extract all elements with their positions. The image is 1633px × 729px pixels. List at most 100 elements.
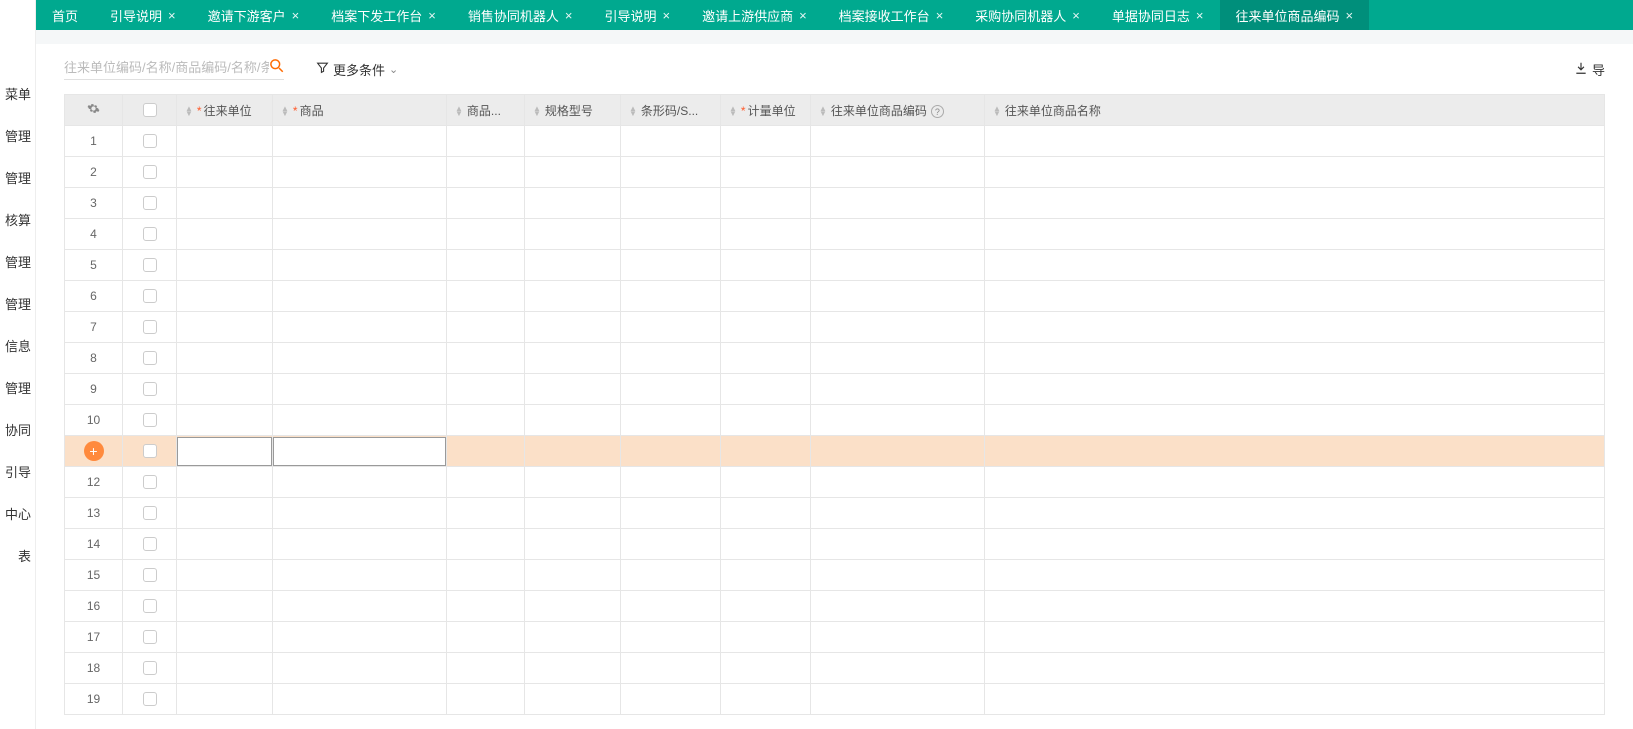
cell[interactable]: [721, 684, 811, 715]
column-header-spec[interactable]: ▲▼规格型号: [525, 95, 621, 126]
cell[interactable]: [721, 126, 811, 157]
cell[interactable]: [985, 188, 1605, 219]
cell[interactable]: [621, 684, 721, 715]
sidebar-item-4[interactable]: 管理: [0, 240, 35, 282]
cell[interactable]: [525, 157, 621, 188]
cell[interactable]: [273, 405, 447, 436]
cell[interactable]: [621, 126, 721, 157]
row-checkbox[interactable]: [143, 599, 157, 613]
cell[interactable]: [985, 498, 1605, 529]
table-row[interactable]: 12: [65, 467, 1605, 498]
cell[interactable]: [525, 529, 621, 560]
cell[interactable]: [985, 560, 1605, 591]
cell[interactable]: [621, 560, 721, 591]
cell[interactable]: [273, 126, 447, 157]
close-icon[interactable]: ×: [1196, 8, 1204, 23]
cell[interactable]: [525, 591, 621, 622]
cell[interactable]: [621, 374, 721, 405]
cell[interactable]: [447, 560, 525, 591]
cell[interactable]: [447, 374, 525, 405]
cell[interactable]: [525, 312, 621, 343]
cell[interactable]: [525, 219, 621, 250]
cell[interactable]: [621, 343, 721, 374]
row-checkbox[interactable]: [143, 568, 157, 582]
sidebar-item-7[interactable]: 管理: [0, 366, 35, 408]
cell[interactable]: [721, 560, 811, 591]
cell[interactable]: [811, 250, 985, 281]
row-checkbox[interactable]: [143, 165, 157, 179]
cell[interactable]: [621, 250, 721, 281]
new-row[interactable]: +: [65, 436, 1605, 467]
cell[interactable]: [525, 684, 621, 715]
cell[interactable]: [985, 250, 1605, 281]
cell[interactable]: [621, 157, 721, 188]
cell[interactable]: [273, 250, 447, 281]
close-icon[interactable]: ×: [1072, 8, 1080, 23]
column-header-barcode[interactable]: ▲▼条形码/S...: [621, 95, 721, 126]
row-checkbox[interactable]: [143, 661, 157, 675]
cell[interactable]: [273, 157, 447, 188]
cell[interactable]: [985, 622, 1605, 653]
cell[interactable]: [811, 312, 985, 343]
cell[interactable]: [721, 374, 811, 405]
cell[interactable]: [525, 374, 621, 405]
tab-7[interactable]: 档案接收工作台×: [823, 0, 960, 30]
cell[interactable]: [273, 591, 447, 622]
column-header-partner-code[interactable]: ▲▼往来单位商品编码?: [811, 95, 985, 126]
tab-10[interactable]: 往来单位商品编码×: [1220, 0, 1370, 30]
tab-2[interactable]: 邀请下游客户×: [192, 0, 316, 30]
cell[interactable]: [721, 467, 811, 498]
tab-4[interactable]: 销售协同机器人×: [452, 0, 589, 30]
cell[interactable]: [273, 374, 447, 405]
cell[interactable]: [721, 653, 811, 684]
cell[interactable]: [621, 219, 721, 250]
sidebar-item-6[interactable]: 信息: [0, 324, 35, 366]
close-icon[interactable]: ×: [565, 8, 573, 23]
table-row[interactable]: 4: [65, 219, 1605, 250]
cell[interactable]: [177, 126, 273, 157]
cell[interactable]: [721, 591, 811, 622]
close-icon[interactable]: ×: [662, 8, 670, 23]
cell[interactable]: [985, 126, 1605, 157]
cell[interactable]: [447, 591, 525, 622]
cell[interactable]: [985, 157, 1605, 188]
search-icon[interactable]: [269, 58, 284, 77]
cell[interactable]: [721, 219, 811, 250]
row-checkbox[interactable]: [143, 351, 157, 365]
cell[interactable]: [985, 529, 1605, 560]
cell[interactable]: [525, 622, 621, 653]
table-row[interactable]: 18: [65, 653, 1605, 684]
table-row[interactable]: 13: [65, 498, 1605, 529]
cell[interactable]: [811, 529, 985, 560]
cell[interactable]: [621, 529, 721, 560]
close-icon[interactable]: ×: [292, 8, 300, 23]
cell[interactable]: [811, 653, 985, 684]
cell[interactable]: [721, 188, 811, 219]
row-checkbox[interactable]: [143, 475, 157, 489]
row-checkbox[interactable]: [143, 134, 157, 148]
export-button[interactable]: 导: [1574, 60, 1605, 79]
close-icon[interactable]: ×: [1346, 8, 1354, 23]
cell[interactable]: [273, 684, 447, 715]
column-header-partner[interactable]: ▲▼*往来单位: [177, 95, 273, 126]
cell[interactable]: [621, 312, 721, 343]
cell[interactable]: [447, 529, 525, 560]
cell[interactable]: [177, 653, 273, 684]
cell[interactable]: [525, 653, 621, 684]
cell[interactable]: [177, 250, 273, 281]
tab-6[interactable]: 邀请上游供应商×: [686, 0, 823, 30]
add-row-button[interactable]: +: [84, 441, 104, 461]
cell[interactable]: [811, 560, 985, 591]
cell[interactable]: [985, 374, 1605, 405]
column-header-product2[interactable]: ▲▼商品...: [447, 95, 525, 126]
more-conditions[interactable]: 更多条件 ⌄: [316, 60, 398, 79]
cell[interactable]: [811, 684, 985, 715]
row-checkbox[interactable]: [143, 196, 157, 210]
cell[interactable]: [177, 343, 273, 374]
cell[interactable]: [985, 219, 1605, 250]
cell[interactable]: [721, 622, 811, 653]
cell[interactable]: [273, 560, 447, 591]
cell[interactable]: [811, 219, 985, 250]
cell[interactable]: [525, 467, 621, 498]
cell[interactable]: [811, 343, 985, 374]
